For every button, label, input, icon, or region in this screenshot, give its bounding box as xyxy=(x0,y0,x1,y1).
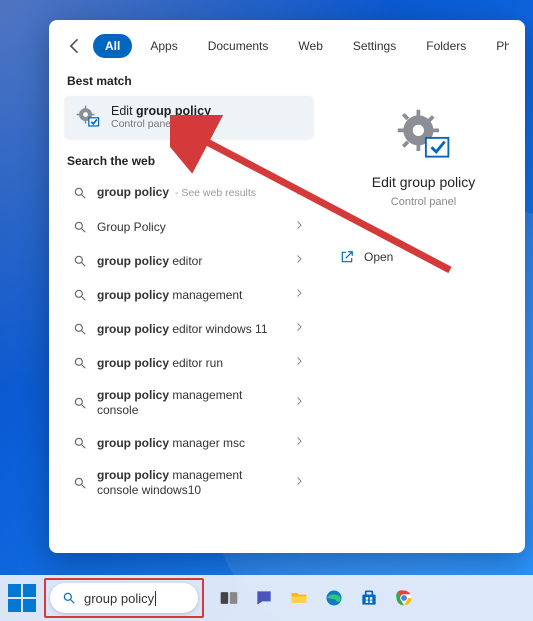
edge-icon[interactable] xyxy=(321,585,347,611)
chevron-right-icon xyxy=(293,219,305,231)
web-result-text: group policy editor run xyxy=(97,356,223,371)
tab-settings[interactable]: Settings xyxy=(341,34,408,58)
search-icon xyxy=(73,436,87,450)
file-explorer-icon[interactable] xyxy=(286,585,312,611)
preview-box: Edit group policy Control panel xyxy=(334,94,513,218)
annotation-highlight: group policy xyxy=(44,578,204,618)
search-web-label: Search the web xyxy=(67,154,313,168)
web-result-item[interactable]: group policy manager msc xyxy=(65,426,313,460)
web-result-text: group policy editor windows 11 xyxy=(97,322,268,337)
gear-checkbox-icon xyxy=(392,104,456,168)
best-match-label: Best match xyxy=(67,74,313,88)
search-icon xyxy=(73,220,87,234)
search-icon xyxy=(62,591,76,605)
taskbar-search-value: group policy xyxy=(84,591,156,606)
best-match-subtitle: Control panel xyxy=(111,118,211,130)
best-match-text: Edit group policy Control panel xyxy=(111,104,211,130)
tab-all[interactable]: All xyxy=(93,34,132,58)
open-icon xyxy=(340,250,354,264)
web-result-text: group policy editor xyxy=(97,254,202,269)
search-icon xyxy=(73,288,87,302)
search-icon xyxy=(73,322,87,336)
web-result-item[interactable]: group policy editor run xyxy=(65,346,313,380)
web-result-item[interactable]: group policy editor windows 11 xyxy=(65,312,313,346)
tab-documents[interactable]: Documents xyxy=(196,34,281,58)
chat-icon[interactable] xyxy=(251,585,277,611)
web-result-text: Group Policy xyxy=(97,220,166,235)
search-icon xyxy=(73,186,87,200)
best-match-item[interactable]: Edit group policy Control panel xyxy=(65,96,313,138)
web-result-item[interactable]: Group Policy xyxy=(65,210,313,244)
search-icon xyxy=(73,396,87,410)
taskbar: group policy xyxy=(0,575,533,621)
filter-tabs: All Apps Documents Web Settings Folders … xyxy=(93,34,509,58)
search-panel: All Apps Documents Web Settings Folders … xyxy=(49,20,525,553)
chrome-icon[interactable] xyxy=(391,585,417,611)
tab-folders[interactable]: Folders xyxy=(414,34,478,58)
chevron-right-icon xyxy=(293,287,305,299)
search-icon xyxy=(73,476,87,490)
task-view-icon[interactable] xyxy=(216,585,242,611)
taskbar-search-box[interactable]: group policy xyxy=(50,583,198,613)
panel-header: All Apps Documents Web Settings Folders … xyxy=(49,20,525,68)
chevron-right-icon xyxy=(293,475,305,487)
chevron-right-icon xyxy=(293,435,305,447)
tab-web[interactable]: Web xyxy=(286,34,334,58)
best-match-title-bold: group policy xyxy=(136,104,211,118)
results-column: Best match Edit group policy Control pan… xyxy=(49,68,321,553)
web-result-text: group policy management console windows1… xyxy=(97,468,283,498)
preview-subtitle: Control panel xyxy=(391,196,456,208)
web-result-item[interactable]: group policy management console windows1… xyxy=(65,460,313,506)
web-result-text: group policy management console xyxy=(97,388,283,418)
web-results-list: group policy - See web results Group Poli… xyxy=(65,176,313,506)
web-result-item[interactable]: group policy management console xyxy=(65,380,313,426)
gear-checkbox-icon xyxy=(75,104,101,130)
preview-title: Edit group policy xyxy=(372,174,476,190)
chevron-right-icon xyxy=(293,395,305,407)
preview-column: Edit group policy Control panel Open xyxy=(321,68,525,553)
taskbar-icons xyxy=(216,585,417,611)
chevron-right-icon xyxy=(293,355,305,367)
chevron-right-icon xyxy=(293,185,305,197)
tab-photos[interactable]: Photos xyxy=(484,34,509,58)
web-result-item[interactable]: group policy management xyxy=(65,278,313,312)
web-result-text: group policy - See web results xyxy=(97,185,256,200)
best-match-title-pre: Edit xyxy=(111,104,136,118)
web-result-text: group policy management xyxy=(97,288,242,303)
store-icon[interactable] xyxy=(356,585,382,611)
web-result-item[interactable]: group policy editor xyxy=(65,244,313,278)
back-icon[interactable] xyxy=(65,36,85,56)
start-button[interactable] xyxy=(8,584,36,612)
web-result-text: group policy manager msc xyxy=(97,436,245,451)
search-icon xyxy=(73,356,87,370)
chevron-right-icon xyxy=(293,253,305,265)
chevron-right-icon xyxy=(293,321,305,333)
tab-apps[interactable]: Apps xyxy=(138,34,189,58)
search-icon xyxy=(73,254,87,268)
open-button[interactable]: Open xyxy=(334,240,513,274)
web-result-item[interactable]: group policy - See web results xyxy=(65,176,313,210)
open-label: Open xyxy=(364,250,393,264)
